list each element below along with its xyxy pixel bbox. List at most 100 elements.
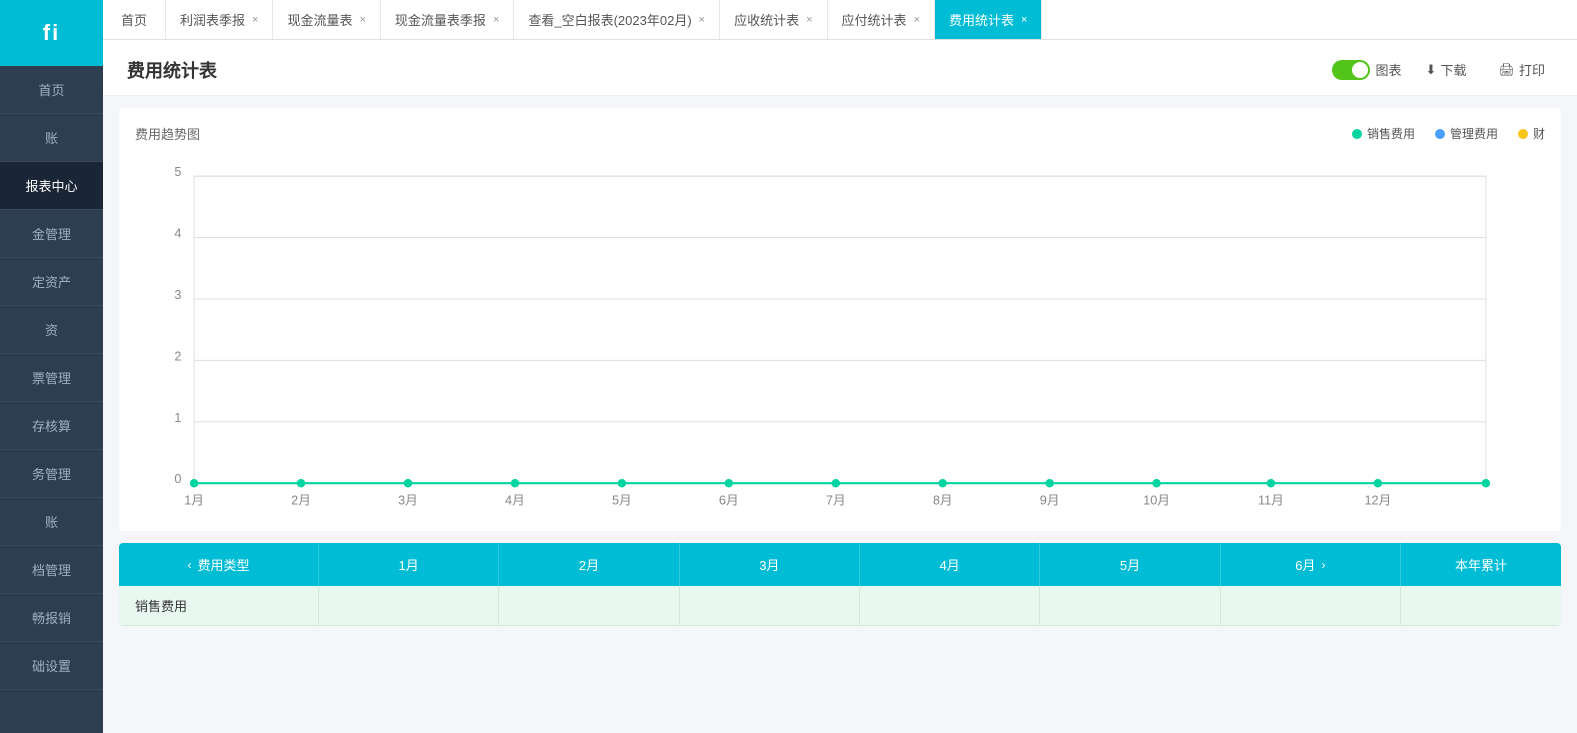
- tab-cashflow[interactable]: 现金流量表 ×: [273, 0, 380, 39]
- svg-text:10月: 10月: [1143, 493, 1170, 507]
- download-label: 下载: [1440, 60, 1466, 79]
- svg-text:5: 5: [174, 165, 181, 179]
- chart-legend: 销售费用 管理费用 财: [1352, 125, 1545, 142]
- content-area: 费用统计表 图表 ⬇ 下载 🖨 打印: [103, 40, 1577, 733]
- tab-payable-close[interactable]: ×: [914, 14, 920, 26]
- table-header: ‹ 费用类型 1月 2月 3月 4月 5月: [119, 543, 1561, 586]
- th-m5-label: 5月: [1120, 555, 1140, 574]
- print-button[interactable]: 🖨 打印: [1490, 56, 1553, 83]
- th-m4-label: 4月: [940, 555, 960, 574]
- toggle-track[interactable]: [1332, 60, 1370, 80]
- sidebar-item-inventory[interactable]: 存核算: [0, 402, 103, 450]
- th-type-arrow-left[interactable]: ‹: [187, 558, 191, 572]
- sidebar-item-reports[interactable]: 报表中心: [0, 162, 103, 210]
- tab-cashflow-quarter[interactable]: 现金流量表季报 ×: [381, 0, 514, 39]
- td-m6: [1221, 586, 1401, 625]
- th-m2: 2月: [499, 543, 679, 586]
- svg-text:0: 0: [174, 472, 181, 486]
- th-total: 本年累计: [1401, 543, 1561, 586]
- th-m6: 6月 ›: [1221, 543, 1401, 586]
- svg-text:3: 3: [174, 288, 181, 302]
- table-section: ‹ 费用类型 1月 2月 3月 4月 5月: [119, 543, 1561, 626]
- legend-finance: 财: [1518, 125, 1545, 142]
- sidebar-item-cash[interactable]: 金管理: [0, 210, 103, 258]
- tab-cashflow-label: 现金流量表: [287, 10, 352, 29]
- sidebar-item-tickets[interactable]: 票管理: [0, 354, 103, 402]
- tab-cashflow-quarter-close[interactable]: ×: [493, 14, 499, 26]
- svg-text:9月: 9月: [1040, 493, 1060, 507]
- tab-receivable-close[interactable]: ×: [806, 14, 812, 26]
- svg-text:7月: 7月: [826, 493, 846, 507]
- th-m3: 3月: [680, 543, 860, 586]
- tab-blank-report-close[interactable]: ×: [699, 14, 705, 26]
- tab-payable-label: 应付统计表: [842, 10, 907, 29]
- tab-blank-report[interactable]: 查看_空白报表(2023年02月) ×: [514, 0, 720, 39]
- th-m3-label: 3月: [759, 555, 779, 574]
- svg-text:11月: 11月: [1258, 493, 1284, 507]
- svg-text:6月: 6月: [719, 493, 739, 507]
- page-title: 费用统计表: [127, 57, 217, 83]
- th-total-label: 本年累计: [1455, 555, 1507, 574]
- svg-text:4: 4: [174, 227, 181, 241]
- th-m1: 1月: [319, 543, 499, 586]
- tab-home[interactable]: 首页: [103, 0, 166, 39]
- td-m5: [1040, 586, 1220, 625]
- chart-section: 费用趋势图 销售费用 管理费用 财: [119, 108, 1561, 531]
- tab-profit-quarter-close[interactable]: ×: [252, 14, 258, 26]
- tab-home-label: 首页: [121, 10, 147, 29]
- print-icon: 🖨: [1498, 62, 1515, 78]
- sidebar-item-capital[interactable]: 资: [0, 306, 103, 354]
- tab-bar: 首页 利润表季报 × 现金流量表 × 现金流量表季报 × 查看_空白报表(202…: [103, 0, 1577, 40]
- tab-expense-label: 费用统计表: [949, 10, 1014, 29]
- page-header: 费用统计表 图表 ⬇ 下载 🖨 打印: [103, 40, 1577, 96]
- td-m2: [499, 586, 679, 625]
- th-type: ‹ 费用类型: [119, 543, 319, 586]
- th-m1-label: 1月: [399, 555, 419, 574]
- sidebar-item-services[interactable]: 务管理: [0, 450, 103, 498]
- sidebar-logo: fi: [0, 0, 103, 66]
- trend-chart: 0 1 2 3 4 5: [135, 155, 1545, 515]
- sidebar-item-archive[interactable]: 档管理: [0, 546, 103, 594]
- sidebar-item-settings[interactable]: 础设置: [0, 642, 103, 690]
- tab-expense[interactable]: 费用统计表 ×: [935, 0, 1042, 39]
- chart-header: 费用趋势图 销售费用 管理费用 财: [135, 124, 1545, 143]
- sidebar-item-account[interactable]: 账: [0, 114, 103, 162]
- svg-text:2: 2: [174, 349, 181, 363]
- svg-text:12月: 12月: [1364, 493, 1391, 507]
- tab-cashflow-close[interactable]: ×: [359, 14, 365, 26]
- main-area: 首页 利润表季报 × 现金流量表 × 现金流量表季报 × 查看_空白报表(202…: [103, 0, 1577, 733]
- print-label: 打印: [1519, 60, 1545, 79]
- sidebar-item-ledger[interactable]: 账: [0, 498, 103, 546]
- svg-text:8月: 8月: [933, 493, 953, 507]
- tab-expense-close[interactable]: ×: [1021, 14, 1027, 26]
- download-button[interactable]: ⬇ 下载: [1418, 56, 1475, 83]
- legend-sales-dot: [1352, 129, 1362, 139]
- sidebar-item-expense[interactable]: 畅报销: [0, 594, 103, 642]
- td-m1: [319, 586, 499, 625]
- tab-payable[interactable]: 应付统计表 ×: [828, 0, 935, 39]
- th-type-label: 费用类型: [197, 555, 249, 574]
- chart-title: 费用趋势图: [135, 124, 200, 143]
- legend-admin: 管理费用: [1435, 125, 1498, 142]
- download-icon: ⬇: [1426, 62, 1437, 78]
- tab-profit-quarter[interactable]: 利润表季报 ×: [166, 0, 273, 39]
- svg-text:3月: 3月: [398, 493, 418, 507]
- td-m3: [680, 586, 860, 625]
- legend-finance-label: 财: [1533, 125, 1545, 142]
- th-m2-label: 2月: [579, 555, 599, 574]
- th-m5: 5月: [1040, 543, 1220, 586]
- sidebar-item-assets[interactable]: 定资产: [0, 258, 103, 306]
- td-m4: [860, 586, 1040, 625]
- legend-admin-label: 管理费用: [1450, 125, 1498, 142]
- tab-receivable-label: 应收统计表: [734, 10, 799, 29]
- legend-admin-dot: [1435, 129, 1445, 139]
- td-total: [1401, 586, 1561, 625]
- svg-text:5月: 5月: [612, 493, 632, 507]
- tab-receivable[interactable]: 应收统计表 ×: [720, 0, 827, 39]
- tab-blank-report-label: 查看_空白报表(2023年02月): [528, 10, 691, 29]
- sidebar-item-home[interactable]: 首页: [0, 66, 103, 114]
- td-type: 销售费用: [119, 586, 319, 625]
- sidebar: fi 首页 账 报表中心 金管理 定资产 资 票管理 存核算 务管理 账 档管理…: [0, 0, 103, 733]
- th-m6-arrow-right[interactable]: ›: [1321, 558, 1325, 572]
- chart-toggle[interactable]: 图表: [1332, 60, 1402, 80]
